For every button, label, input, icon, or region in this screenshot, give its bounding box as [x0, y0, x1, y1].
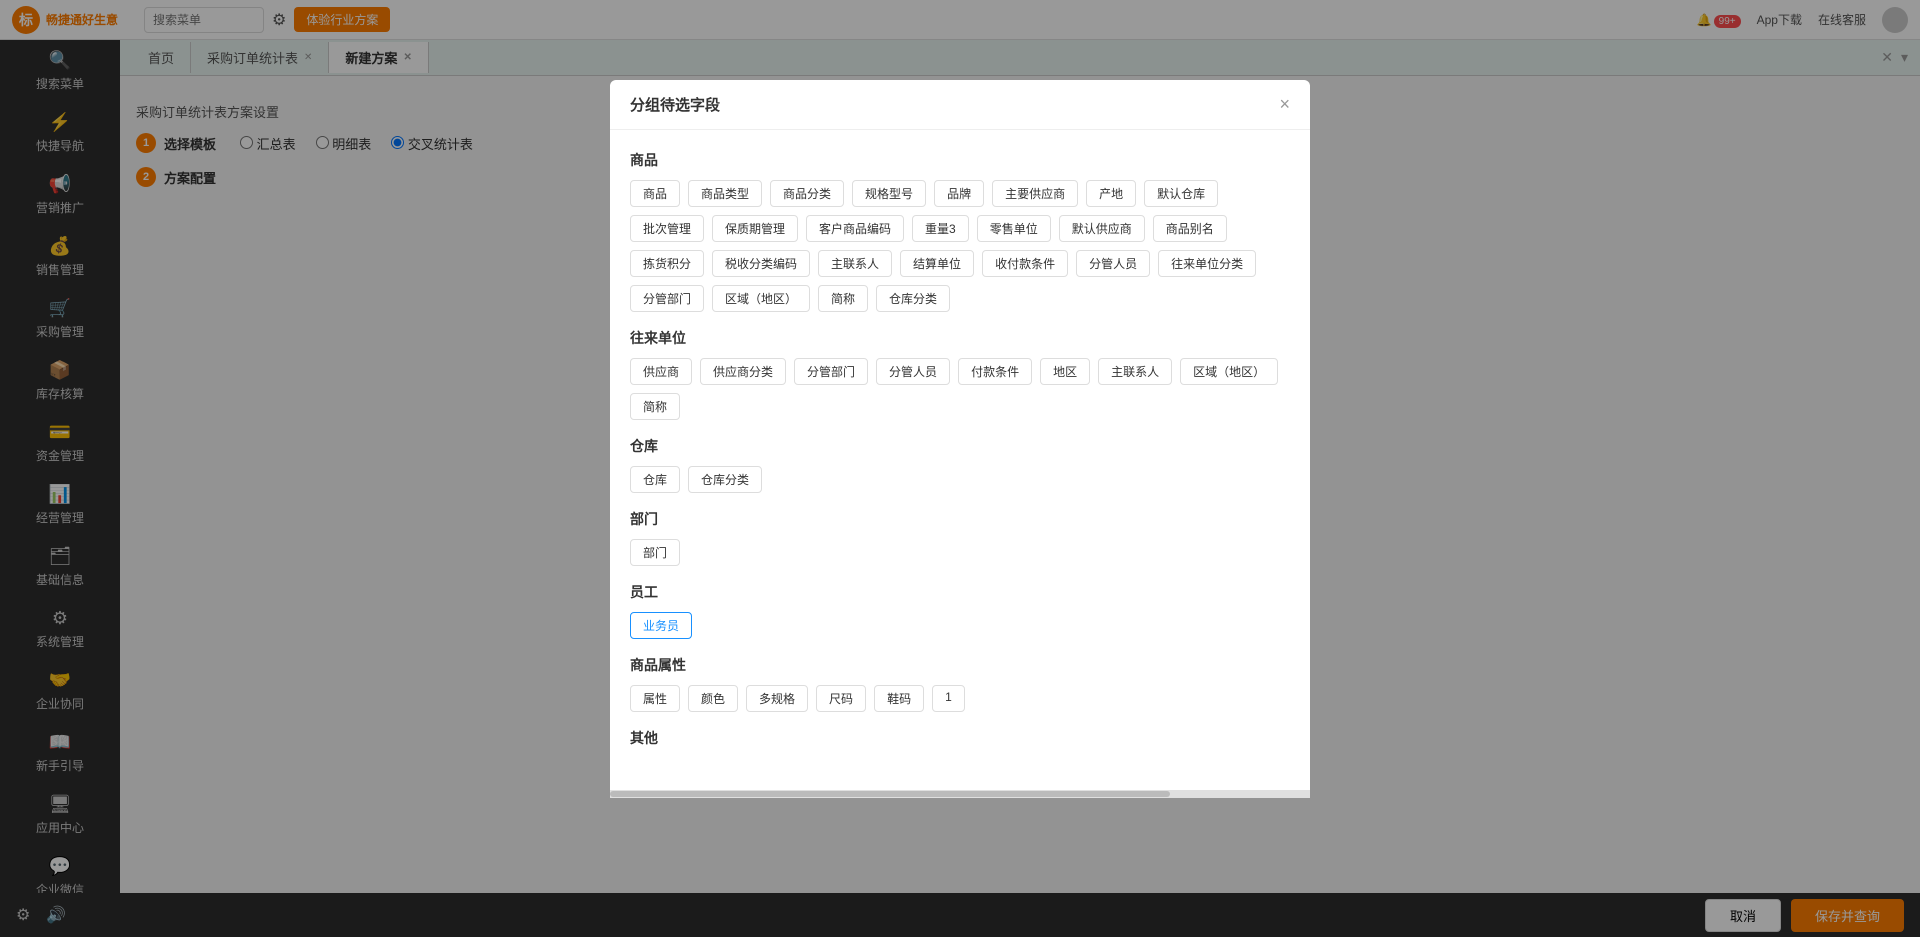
field-tag-customer-code[interactable]: 客户商品编码	[806, 215, 904, 242]
field-tag-brand[interactable]: 品牌	[934, 180, 984, 207]
field-tag-warehouse-cat2[interactable]: 仓库分类	[688, 466, 762, 493]
field-tag-main-contact2[interactable]: 主联系人	[1098, 358, 1172, 385]
field-tag-short-name[interactable]: 简称	[818, 285, 868, 312]
field-tag-supervisor[interactable]: 分管人员	[1076, 250, 1150, 277]
section-title-warehouse: 仓库	[630, 436, 1290, 456]
field-tag-dept[interactable]: 分管部门	[630, 285, 704, 312]
field-tag-shelf-life[interactable]: 保质期管理	[712, 215, 798, 242]
field-tag-shoe-size[interactable]: 鞋码	[874, 685, 924, 712]
field-tag-tax-code[interactable]: 税收分类编码	[712, 250, 810, 277]
field-tag-main-contact[interactable]: 主联系人	[818, 250, 892, 277]
field-tag-supplier[interactable]: 供应商	[630, 358, 692, 385]
field-tag-main-supplier[interactable]: 主要供应商	[992, 180, 1078, 207]
section-title-other: 其他	[630, 728, 1290, 748]
modal-horizontal-scrollbar[interactable]	[610, 790, 1310, 798]
field-tag-warehouse[interactable]: 仓库	[630, 466, 680, 493]
field-tag-alias[interactable]: 商品别名	[1153, 215, 1227, 242]
field-tag-supplier-cat[interactable]: 供应商分类	[700, 358, 786, 385]
field-tag-origin[interactable]: 产地	[1086, 180, 1136, 207]
field-tag-spec[interactable]: 规格型号	[852, 180, 926, 207]
field-tag-area[interactable]: 地区	[1040, 358, 1090, 385]
section-title-partner: 往来单位	[630, 328, 1290, 348]
field-select-modal: 分组待选字段 × 商品 商品 商品类型 商品分类 规格型号 品牌 主要供应商 产…	[610, 80, 1310, 798]
field-tag-goods[interactable]: 商品	[630, 180, 680, 207]
field-tag-pay-terms[interactable]: 付款条件	[958, 358, 1032, 385]
section-title-attrs: 商品属性	[630, 655, 1290, 675]
field-tag-weight[interactable]: 重量3	[912, 215, 969, 242]
field-tag-attr[interactable]: 属性	[630, 685, 680, 712]
modal-header: 分组待选字段 ×	[610, 80, 1310, 130]
field-tag-settle-unit[interactable]: 结算单位	[900, 250, 974, 277]
section-title-employee: 员工	[630, 582, 1290, 602]
goods-tag-grid: 商品 商品类型 商品分类 规格型号 品牌 主要供应商 产地 默认仓库 批次管理 …	[630, 180, 1290, 312]
field-tag-goods-type[interactable]: 商品类型	[688, 180, 762, 207]
field-tag-default-supplier[interactable]: 默认供应商	[1059, 215, 1145, 242]
field-tag-short-name2[interactable]: 简称	[630, 393, 680, 420]
section-title-dept: 部门	[630, 509, 1290, 529]
field-tag-batch[interactable]: 批次管理	[630, 215, 704, 242]
dept-tag-grid: 部门	[630, 539, 1290, 566]
field-tag-region2[interactable]: 区域（地区）	[1180, 358, 1278, 385]
field-tag-dept2[interactable]: 分管部门	[794, 358, 868, 385]
field-tag-salesperson[interactable]: 业务员	[630, 612, 692, 639]
section-title-goods: 商品	[630, 150, 1290, 170]
field-tag-warehouse-cat[interactable]: 仓库分类	[876, 285, 950, 312]
field-tag-default-warehouse[interactable]: 默认仓库	[1144, 180, 1218, 207]
field-tag-pick-score[interactable]: 拣货积分	[630, 250, 704, 277]
field-tag-dept3[interactable]: 部门	[630, 539, 680, 566]
field-tag-partner-cat[interactable]: 往来单位分类	[1158, 250, 1256, 277]
field-tag-multi-spec[interactable]: 多规格	[746, 685, 808, 712]
modal-close-button[interactable]: ×	[1279, 94, 1290, 115]
scrollbar-thumb	[610, 791, 1170, 797]
employee-tag-grid: 业务员	[630, 612, 1290, 639]
field-tag-size[interactable]: 尺码	[816, 685, 866, 712]
field-tag-num1[interactable]: 1	[932, 685, 965, 712]
modal-body: 商品 商品 商品类型 商品分类 规格型号 品牌 主要供应商 产地 默认仓库 批次…	[610, 130, 1310, 790]
field-tag-region[interactable]: 区域（地区）	[712, 285, 810, 312]
field-tag-payment-terms[interactable]: 收付款条件	[982, 250, 1068, 277]
partner-tag-grid: 供应商 供应商分类 分管部门 分管人员 付款条件 地区 主联系人 区域（地区） …	[630, 358, 1290, 420]
attrs-tag-grid: 属性 颜色 多规格 尺码 鞋码 1	[630, 685, 1290, 712]
modal-title: 分组待选字段	[630, 94, 720, 115]
warehouse-tag-grid: 仓库 仓库分类	[630, 466, 1290, 493]
field-tag-color[interactable]: 颜色	[688, 685, 738, 712]
field-tag-retail-unit[interactable]: 零售单位	[977, 215, 1051, 242]
field-tag-goods-cat[interactable]: 商品分类	[770, 180, 844, 207]
field-tag-supervisor2[interactable]: 分管人员	[876, 358, 950, 385]
